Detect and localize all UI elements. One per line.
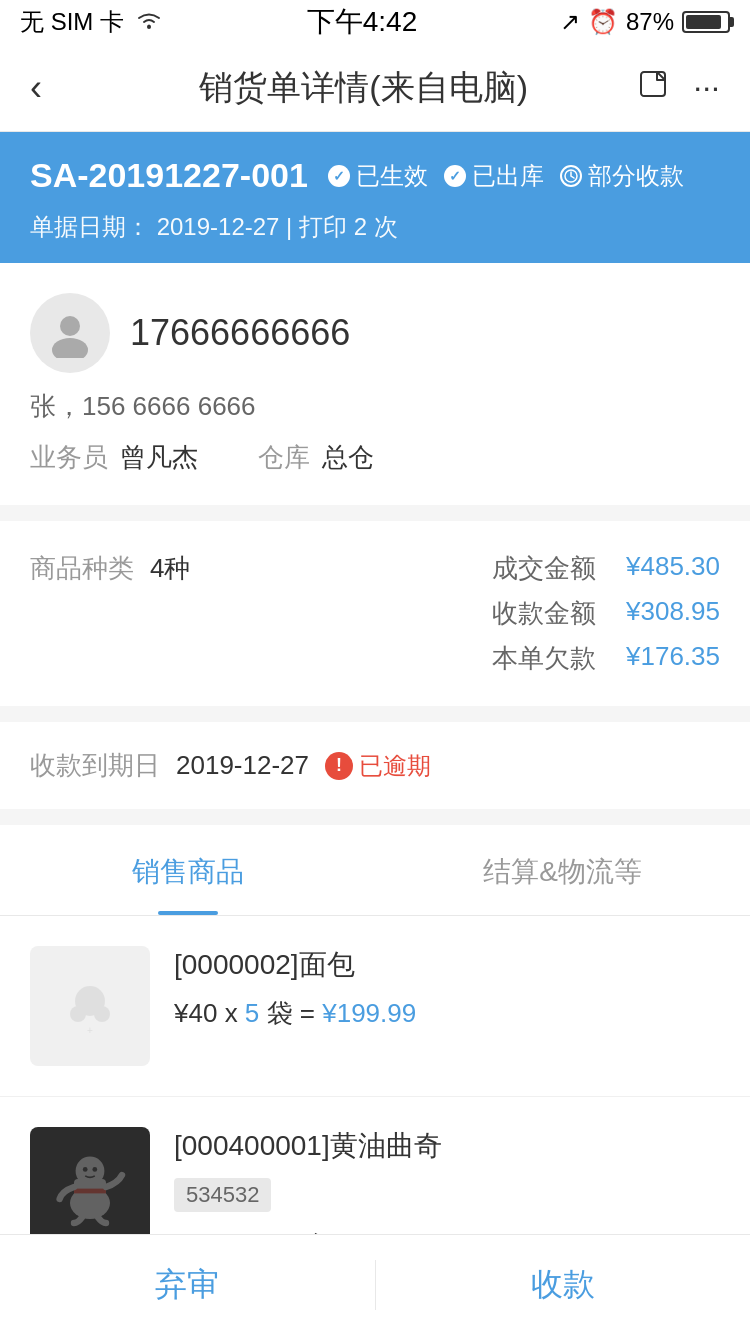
- customer-phone: 17666666666: [130, 312, 350, 354]
- warehouse-item: 仓库 总仓: [258, 440, 374, 475]
- unit-value-1: 袋: [267, 998, 293, 1028]
- clock-icon: [560, 165, 582, 187]
- tab-products[interactable]: 销售商品: [0, 825, 375, 915]
- order-id: SA-20191227-001: [30, 156, 308, 195]
- bottom-bar: 弃审 收款: [0, 1234, 750, 1334]
- product-kind-label: 商品种类: [30, 551, 134, 586]
- product-kind-count: 4种: [150, 551, 190, 586]
- banner-top: SA-20191227-001 ✓ 已生效 ✓ 已出库 部分收款: [30, 156, 720, 195]
- order-header: SA-20191227-001 ✓ 已生效 ✓ 已出库 部分收款: [0, 132, 750, 263]
- salesperson-item: 业务员 曾凡杰: [30, 440, 198, 475]
- tabs: 销售商品 结算&物流等: [0, 825, 750, 915]
- more-button[interactable]: ···: [693, 69, 720, 106]
- tab-settlement[interactable]: 结算&物流等: [375, 825, 750, 915]
- overdue-badge: ! 已逾期: [325, 750, 431, 782]
- price-value-1: ¥40: [174, 998, 217, 1028]
- product-image-2: [30, 1127, 150, 1247]
- qty-value-1: 5: [245, 998, 259, 1028]
- salesperson-label: 业务员: [30, 440, 108, 475]
- total-value-1: ¥199.99: [322, 998, 416, 1028]
- customer-top: 17666666666: [30, 293, 720, 373]
- due-date-value: 2019-12-27: [176, 750, 309, 781]
- owed-label: 本单欠款: [492, 641, 596, 676]
- wifi-icon: [134, 8, 164, 36]
- amount-line: 成交金额 ¥485.30: [492, 551, 720, 586]
- print-separator: | 打印: [286, 213, 347, 240]
- product-kind: 商品种类 4种: [30, 551, 190, 586]
- status-bar: 无 SIM 卡 下午4:42 ↗ ⏰ 87%: [0, 0, 750, 44]
- print-count: 2: [354, 213, 367, 240]
- status-time: 下午4:42: [307, 3, 418, 41]
- badge-activated: ✓ 已生效: [328, 160, 428, 192]
- product-info-1: [0000002]面包 ¥40 x 5 袋 = ¥199.99: [174, 946, 720, 1031]
- salesperson-value: 曾凡杰: [120, 440, 198, 475]
- order-date: 2019-12-27: [157, 213, 280, 240]
- check-icon-1: ✓: [328, 165, 350, 187]
- battery-percent: 87%: [626, 8, 674, 36]
- banner-date: 单据日期： 2019-12-27 | 打印 2 次: [30, 211, 720, 243]
- svg-point-3: [60, 316, 80, 336]
- svg-point-12: [83, 1167, 88, 1172]
- svg-point-7: [94, 1006, 110, 1022]
- customer-section: 17666666666 张，156 6666 6666 业务员 曾凡杰 仓库 总…: [0, 263, 750, 505]
- badge-shipped-label: 已出库: [472, 160, 544, 192]
- due-date-section: 收款到期日 2019-12-27 ! 已逾期: [0, 722, 750, 809]
- badge-shipped: ✓ 已出库: [444, 160, 544, 192]
- received-value: ¥308.95: [626, 596, 720, 631]
- warehouse-label: 仓库: [258, 440, 310, 475]
- svg-point-13: [92, 1167, 97, 1172]
- warehouse-value: 总仓: [322, 440, 374, 475]
- financials: 成交金额 ¥485.30 收款金额 ¥308.95 本单欠款 ¥176.35: [492, 551, 720, 676]
- svg-rect-14: [74, 1189, 106, 1194]
- date-label: 单据日期：: [30, 213, 150, 240]
- product-price-1: ¥40 x 5 袋 = ¥199.99: [174, 996, 720, 1031]
- svg-point-4: [52, 338, 88, 358]
- badge-partial-label: 部分收款: [588, 160, 684, 192]
- back-button[interactable]: ‹: [30, 67, 90, 109]
- svg-point-0: [147, 25, 151, 29]
- location-icon: ↗: [560, 8, 580, 36]
- customer-meta: 业务员 曾凡杰 仓库 总仓: [30, 440, 720, 475]
- due-label: 收款到期日: [30, 748, 160, 783]
- received-label: 收款金额: [492, 596, 596, 631]
- nav-actions: ···: [637, 68, 720, 108]
- print-suffix: 次: [374, 213, 398, 240]
- status-badges: ✓ 已生效 ✓ 已出库 部分收款: [328, 160, 684, 192]
- nav-bar: ‹ 销货单详情(来自电脑) ···: [0, 44, 750, 132]
- alarm-icon: ⏰: [588, 8, 618, 36]
- customer-name: 张，156 6666 6666: [30, 389, 720, 424]
- product-tag-2: 534532: [174, 1178, 271, 1212]
- avatar: [30, 293, 110, 373]
- received-line: 收款金额 ¥308.95: [492, 596, 720, 631]
- confirm-button[interactable]: 收款: [376, 1243, 751, 1327]
- overdue-icon: !: [325, 752, 353, 780]
- status-right: ↗ ⏰ 87%: [560, 8, 730, 36]
- badge-partial: 部分收款: [560, 160, 684, 192]
- owed-line: 本单欠款 ¥176.35: [492, 641, 720, 676]
- product-name-1: [0000002]面包: [174, 946, 720, 984]
- product-name-2: [000400001]黄油曲奇: [174, 1127, 720, 1165]
- cancel-button[interactable]: 弃审: [0, 1243, 375, 1327]
- check-icon-2: ✓: [444, 165, 466, 187]
- svg-text:+: +: [87, 1025, 93, 1036]
- stats-row: 商品种类 4种 成交金额 ¥485.30 收款金额 ¥308.95 本单欠款 ¥…: [30, 551, 720, 676]
- stats-section: 商品种类 4种 成交金额 ¥485.30 收款金额 ¥308.95 本单欠款 ¥…: [0, 521, 750, 706]
- badge-activated-label: 已生效: [356, 160, 428, 192]
- status-left: 无 SIM 卡: [20, 6, 164, 38]
- battery-icon: [682, 11, 730, 33]
- owed-value: ¥176.35: [626, 641, 720, 676]
- tabs-container: 销售商品 结算&物流等: [0, 825, 750, 916]
- product-item: + [0000002]面包 ¥40 x 5 袋 = ¥199.99: [0, 916, 750, 1097]
- amount-value: ¥485.30: [626, 551, 720, 586]
- page-title: 销货单详情(来自电脑): [199, 65, 528, 111]
- overdue-text: 已逾期: [359, 750, 431, 782]
- product-image-1: +: [30, 946, 150, 1066]
- amount-label: 成交金额: [492, 551, 596, 586]
- svg-point-6: [70, 1006, 86, 1022]
- carrier-text: 无 SIM 卡: [20, 6, 124, 38]
- share-button[interactable]: [637, 68, 669, 108]
